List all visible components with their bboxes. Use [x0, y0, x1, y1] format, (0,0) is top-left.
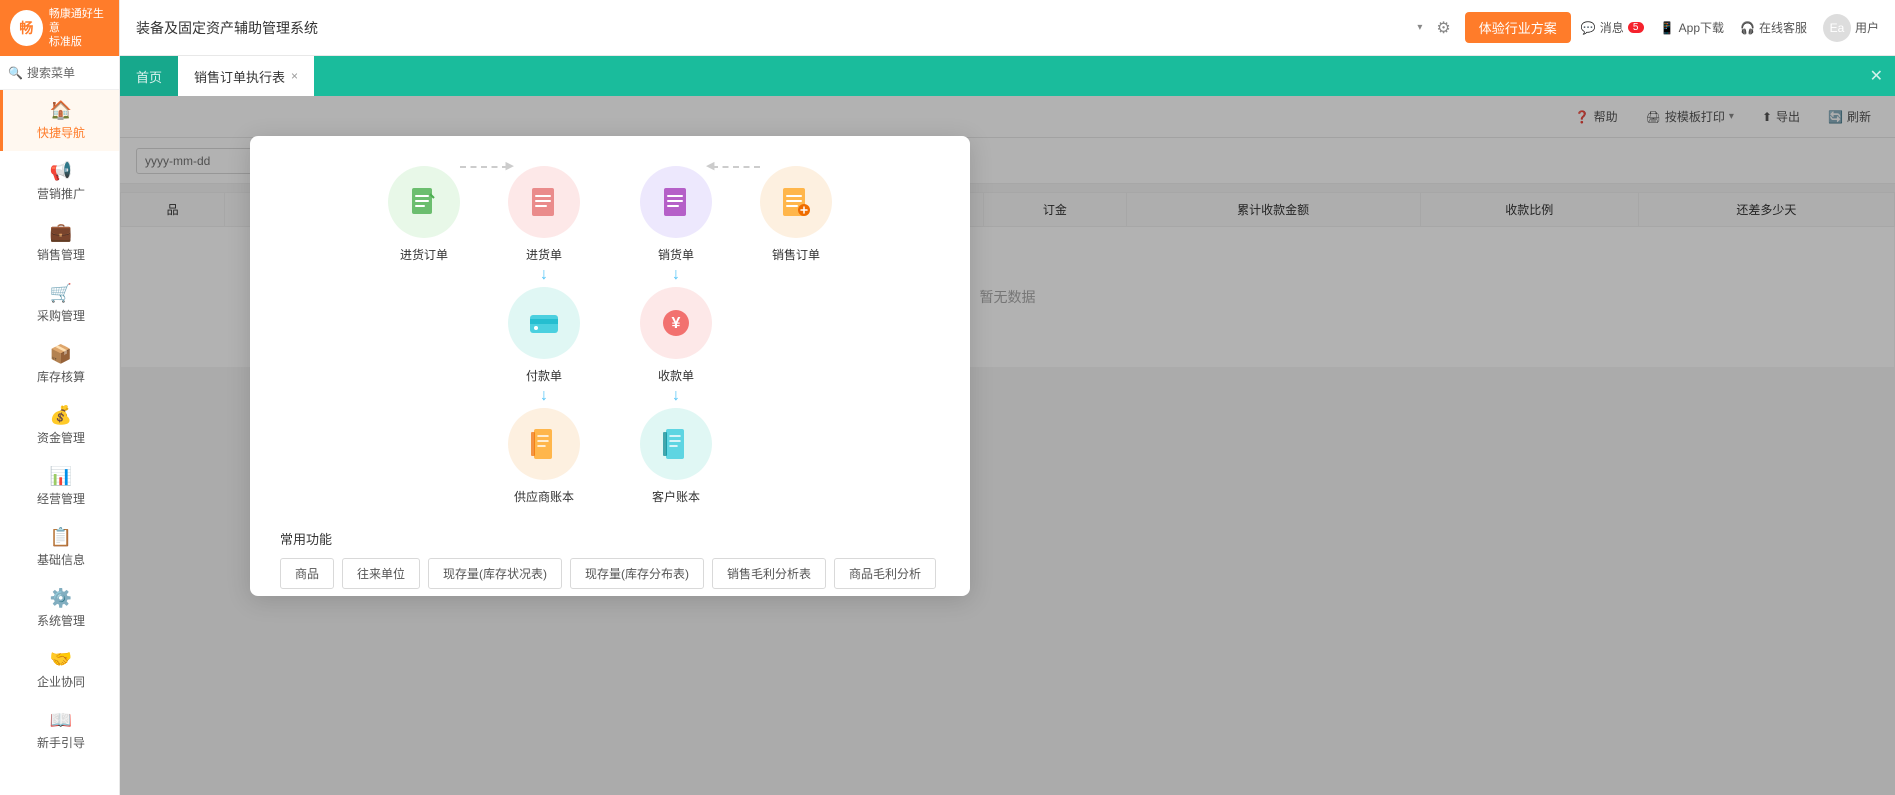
inventory-icon: 📦: [50, 344, 72, 365]
arrow-po-to-pb: ▶: [460, 166, 508, 196]
content-area: ❓ 帮助 🖨 按模板打印 ▾ ⬆ 导出 🔄 刷新 📅 — 📅: [120, 96, 1895, 795]
operations-icon: 📊: [50, 466, 72, 487]
common-functions: 常用功能 商品 往来单位 现存量(库存状况表) 现存量(库存分布表) 销售毛利分…: [280, 529, 940, 596]
system-icon: ⚙️: [50, 588, 72, 609]
basic-info-icon: 📋: [50, 527, 72, 548]
func-btn-product[interactable]: 商品: [280, 558, 334, 589]
customer-ledger-node[interactable]: [640, 408, 712, 480]
tab-bar: 首页 销售订单执行表 × ✕: [120, 56, 1895, 96]
arrow-sb-down: ↓: [672, 263, 680, 287]
sidebar-item-quick-guide[interactable]: 🏠 快捷导航: [0, 90, 119, 151]
sidebar-item-system[interactable]: ⚙️ 系统管理: [0, 578, 119, 639]
service-icon: 🎧: [1740, 21, 1755, 35]
tab-sales-order-execution[interactable]: 销售订单执行表 ×: [178, 56, 314, 96]
logo-area: 畅 畅康通好生意 标准版: [0, 0, 119, 56]
supplier-ledger-label: 供应商账本: [514, 488, 574, 505]
flow-col-sales-order: 销售订单: [760, 166, 832, 263]
arrow-so-to-sb: ◀: [712, 166, 760, 196]
sales-bill-label: 销货单: [658, 246, 694, 263]
app-icon: 📱: [1660, 21, 1675, 35]
flow-col-purchase-bill: 进货单 ↓ 付款单 ↓: [508, 166, 580, 505]
sidebar-item-inventory[interactable]: 📦 库存核算: [0, 334, 119, 395]
sidebar: 畅 畅康通好生意 标准版 🔍 搜索菜单 🏠 快捷导航 📢 营销推广 💼 销售管理…: [0, 0, 120, 795]
func-btn-inventory-status[interactable]: 现存量(库存状况表): [428, 558, 562, 589]
popup-overlay[interactable]: 进货订单 ▶ 进货单: [120, 96, 1895, 795]
payment-in-node[interactable]: ¥: [640, 287, 712, 359]
arrow-pay-down: ↓: [540, 384, 548, 408]
purchase-icon: 🛒: [50, 283, 72, 304]
user-avatar: Ea: [1823, 14, 1851, 42]
message-badge: 5: [1628, 22, 1644, 33]
close-all-tabs-button[interactable]: ✕: [1858, 66, 1895, 86]
common-functions-title: 常用功能: [280, 529, 940, 548]
customer-ledger-label: 客户账本: [652, 488, 700, 505]
payment-out-label: 付款单: [526, 367, 562, 384]
sales-icon: 💼: [50, 222, 72, 243]
tab-close-icon[interactable]: ×: [291, 69, 298, 83]
main-area: 装备及固定资产辅助管理系统 ▾ ⚙ 体验行业方案 💬 消息 5 📱 App下载 …: [120, 0, 1895, 795]
sales-bill-node[interactable]: [640, 166, 712, 238]
sales-order-label: 销售订单: [772, 246, 820, 263]
func-btn-inventory-dist[interactable]: 现存量(库存分布表): [570, 558, 704, 589]
tutorial-icon: 📖: [50, 710, 72, 731]
sidebar-item-basic-info[interactable]: 📋 基础信息: [0, 517, 119, 578]
svg-text:¥: ¥: [672, 315, 681, 332]
top-header: 装备及固定资产辅助管理系统 ▾ ⚙ 体验行业方案 💬 消息 5 📱 App下载 …: [120, 0, 1895, 56]
logo-text: 畅康通好生意 标准版: [49, 7, 109, 50]
search-menu[interactable]: 🔍 搜索菜单: [0, 56, 119, 90]
purchase-order-node[interactable]: [388, 166, 460, 238]
message-button[interactable]: 💬 消息 5: [1581, 19, 1644, 36]
purchase-order-label: 进货订单: [400, 246, 448, 263]
user-menu-button[interactable]: Ea 用户: [1823, 14, 1879, 42]
arrow-pb-down: ↓: [540, 263, 548, 287]
cooperation-icon: 🤝: [50, 649, 72, 670]
sidebar-item-finance[interactable]: 💰 资金管理: [0, 395, 119, 456]
sidebar-item-marketing[interactable]: 📢 营销推广: [0, 151, 119, 212]
tab-home[interactable]: 首页: [120, 56, 178, 96]
flow-diagram: 进货订单 ▶ 进货单: [280, 166, 940, 505]
flow-col-purchase-order: 进货订单: [388, 166, 460, 263]
popup-content-area: 进货订单 ▶ 进货单: [250, 136, 970, 596]
sidebar-item-sales[interactable]: 💼 销售管理: [0, 212, 119, 273]
payment-in-label: 收款单: [658, 367, 694, 384]
header-actions: 💬 消息 5 📱 App下载 🎧 在线客服 Ea 用户: [1581, 14, 1879, 42]
sidebar-nav: 🏠 快捷导航 📢 营销推广 💼 销售管理 🛒 采购管理 📦 库存核算 💰 资金管…: [0, 90, 119, 795]
try-industry-button[interactable]: 体验行业方案: [1465, 12, 1571, 43]
app-download-button[interactable]: 📱 App下载: [1660, 19, 1724, 36]
purchase-bill-node[interactable]: [508, 166, 580, 238]
search-icon: 🔍: [8, 66, 23, 80]
func-btn-partner[interactable]: 往来单位: [342, 558, 420, 589]
online-service-button[interactable]: 🎧 在线客服: [1740, 19, 1807, 36]
purchase-bill-label: 进货单: [526, 246, 562, 263]
message-icon: 💬: [1581, 21, 1596, 35]
payment-out-node[interactable]: [508, 287, 580, 359]
sidebar-item-tutorial[interactable]: 📖 新手引导: [0, 700, 119, 761]
finance-icon: 💰: [50, 405, 72, 426]
function-buttons: 商品 往来单位 现存量(库存状况表) 现存量(库存分布表) 销售毛利分析表 商品…: [280, 558, 940, 589]
settings-button[interactable]: ⚙: [1432, 14, 1454, 42]
func-btn-product-profit[interactable]: 商品毛利分析: [834, 558, 936, 589]
marketing-icon: 📢: [50, 161, 72, 182]
chevron-down-icon: ▾: [1417, 22, 1422, 33]
quick-guide-popup: 进货订单 ▶ 进货单: [250, 136, 970, 596]
flow-col-sales-bill: 销货单 ↓ ¥ 收款单 ↓: [640, 166, 712, 505]
logo-icon: 畅: [10, 10, 43, 46]
sidebar-item-operations[interactable]: 📊 经营管理: [0, 456, 119, 517]
func-btn-sales-profit[interactable]: 销售毛利分析表: [712, 558, 826, 589]
sidebar-item-cooperation[interactable]: 🤝 企业协同: [0, 639, 119, 700]
quick-guide-icon: 🏠: [50, 100, 72, 121]
sales-order-node[interactable]: [760, 166, 832, 238]
sidebar-item-purchase[interactable]: 🛒 采购管理: [0, 273, 119, 334]
arrow-recv-down: ↓: [672, 384, 680, 408]
system-title: 装备及固定资产辅助管理系统: [136, 18, 1407, 38]
supplier-ledger-node[interactable]: [508, 408, 580, 480]
